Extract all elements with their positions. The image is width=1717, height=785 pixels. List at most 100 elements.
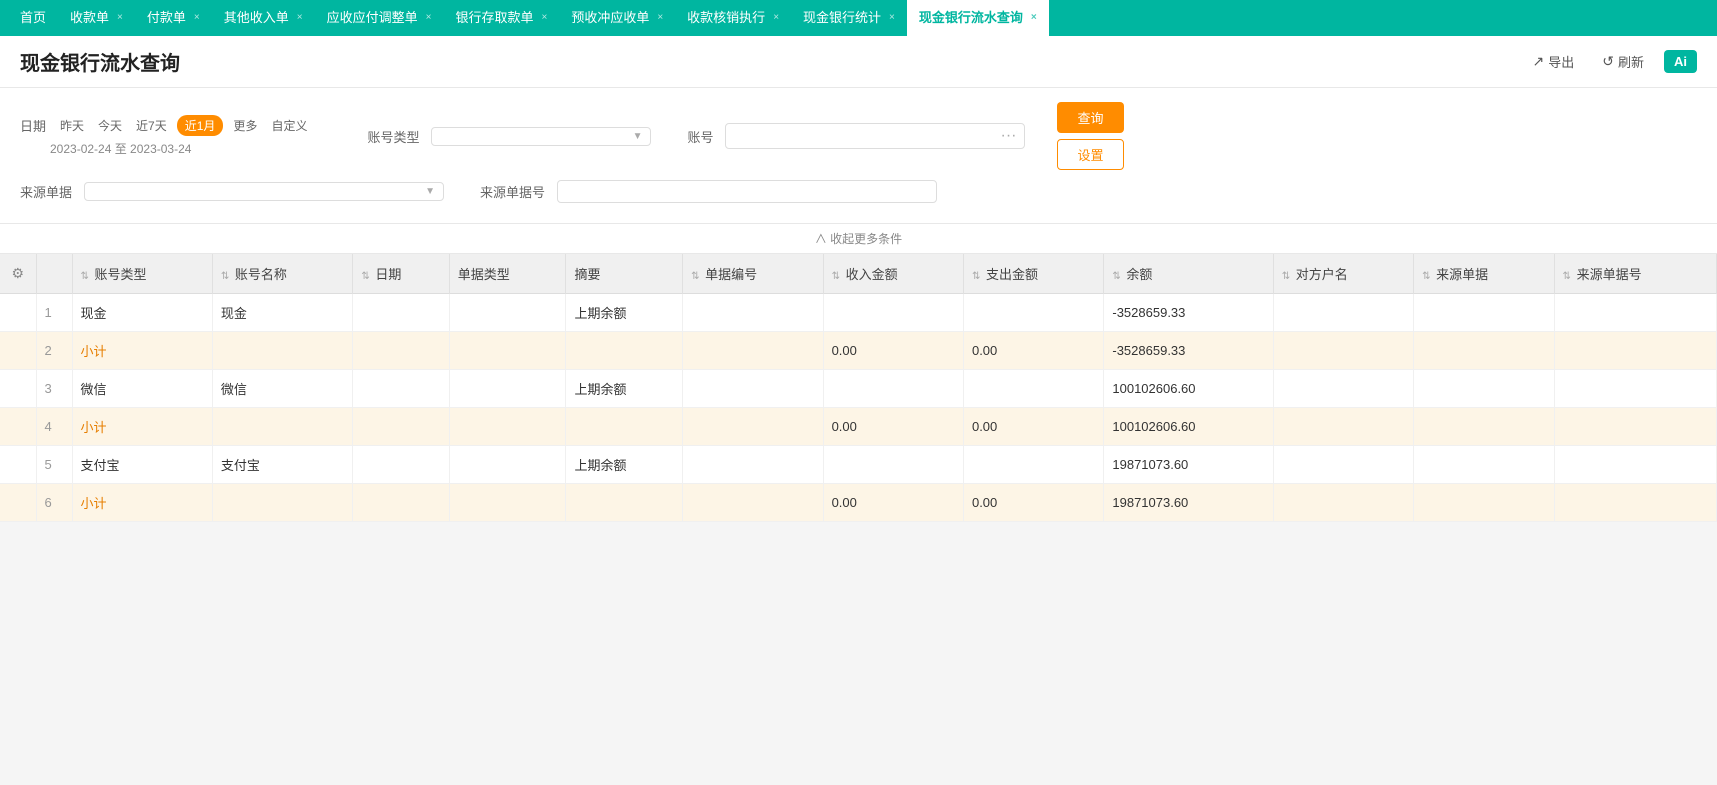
nav-cash-bank-flow[interactable]: 现金银行流水查询 × [907, 0, 1049, 36]
nav-cash-bank-stat-close[interactable]: × [889, 0, 895, 36]
table-cell: 4 [36, 408, 72, 446]
table-cell [449, 294, 566, 332]
account-type-group: 账号类型 ▼ [367, 127, 651, 146]
table-row: 4小计0.000.00100102606.60 [0, 408, 1717, 446]
date-range-display: 2023-02-24 至 2023-03-24 [50, 140, 191, 157]
nav-adjustment[interactable]: 应收应付调整单 × [315, 0, 444, 36]
table-cell: 小计 [72, 408, 212, 446]
table-cell [212, 484, 352, 522]
collapse-bar[interactable]: ∧ 收起更多条件 [0, 224, 1717, 254]
table-cell: 100102606.60 [1104, 408, 1273, 446]
col-summary: 摘要 [566, 254, 683, 294]
table-cell [1554, 370, 1716, 408]
table-cell [353, 370, 449, 408]
nav-cash-bank-flow-close[interactable]: × [1031, 0, 1037, 36]
table-cell [449, 408, 566, 446]
table-cell [1414, 332, 1554, 370]
table-cell [1273, 370, 1413, 408]
col-account-type[interactable]: ⇅ 账号类型 [72, 254, 212, 294]
collapse-label: ∧ 收起更多条件 [815, 232, 902, 246]
table-cell [1273, 484, 1413, 522]
nav-home[interactable]: 首页 [8, 0, 58, 36]
nav-prepay-close[interactable]: × [657, 0, 663, 36]
date-filter-group: 日期 昨天 今天 近7天 近1月 更多 自定义 2023-02-24 至 202… [20, 115, 311, 157]
table-cell [353, 446, 449, 484]
sort-doc-number-icon: ⇅ [691, 271, 699, 282]
table-cell [683, 294, 823, 332]
col-expense-label: 支出金额 [986, 267, 1038, 282]
nav-bank-deposit-close[interactable]: × [541, 0, 547, 36]
col-income[interactable]: ⇅ 收入金额 [823, 254, 963, 294]
table-cell: 上期余额 [566, 294, 683, 332]
ai-button[interactable]: Ai [1664, 50, 1697, 73]
date-today-btn[interactable]: 今天 [94, 115, 126, 136]
col-counterparty-label: 对方户名 [1296, 267, 1348, 282]
table-cell: 2 [36, 332, 72, 370]
settings-button[interactable]: 设置 [1057, 139, 1123, 170]
col-expense[interactable]: ⇅ 支出金额 [963, 254, 1103, 294]
account-ellipsis-icon[interactable]: ··· [1001, 127, 1017, 145]
nav-prepay-label: 预收冲应收单 [571, 0, 649, 36]
account-type-select[interactable]: ▼ [431, 127, 651, 146]
col-doc-number[interactable]: ⇅ 单据编号 [683, 254, 823, 294]
col-counterparty[interactable]: ⇅ 对方户名 [1273, 254, 1413, 294]
source-doc-label: 来源单据 [20, 182, 72, 201]
gear-icon[interactable]: ⚙ [11, 265, 24, 281]
sort-source-doc-num-icon: ⇅ [1563, 271, 1571, 282]
sort-counterparty-icon: ⇅ [1282, 271, 1290, 282]
nav-payment[interactable]: 付款单 × [135, 0, 212, 36]
nav-cash-bank-stat[interactable]: 现金银行统计 × [791, 0, 907, 36]
date-custom-btn[interactable]: 自定义 [267, 115, 311, 136]
table-cell [823, 294, 963, 332]
table-cell [1414, 370, 1554, 408]
nav-cash-bank-flow-label: 现金银行流水查询 [919, 0, 1023, 36]
col-source-doc[interactable]: ⇅ 来源单据 [1414, 254, 1554, 294]
source-doc-num-field[interactable] [566, 184, 928, 199]
nav-other-income-close[interactable]: × [297, 0, 303, 36]
table-cell: 19871073.60 [1104, 446, 1273, 484]
nav-receipt[interactable]: 收款单 × [58, 0, 135, 36]
table-cell: 现金 [72, 294, 212, 332]
refresh-button[interactable]: ↺ 刷新 [1594, 48, 1652, 75]
sort-expense-icon: ⇅ [972, 271, 980, 282]
date-more-btn[interactable]: 更多 [229, 115, 261, 136]
table-cell [0, 408, 36, 446]
nav-bank-deposit-label: 银行存取款单 [455, 0, 533, 36]
page-title: 现金银行流水查询 [20, 47, 180, 76]
nav-collect-exec[interactable]: 收款核销执行 × [675, 0, 791, 36]
nav-payment-close[interactable]: × [194, 0, 200, 36]
nav-collect-exec-close[interactable]: × [773, 0, 779, 36]
table-cell [566, 332, 683, 370]
export-button[interactable]: ↗ 导出 [1525, 48, 1583, 75]
table-cell [0, 294, 36, 332]
nav-other-income[interactable]: 其他收入单 × [212, 0, 315, 36]
data-table: ⚙ ⇅ 账号类型 ⇅ 账号名称 ⇅ 日期 单据类型 [0, 254, 1717, 522]
nav-receipt-close[interactable]: × [117, 0, 123, 36]
account-input[interactable]: ··· [725, 123, 1025, 149]
col-balance[interactable]: ⇅ 余额 [1104, 254, 1273, 294]
table-cell [1273, 446, 1413, 484]
table-cell [1554, 484, 1716, 522]
col-date[interactable]: ⇅ 日期 [353, 254, 449, 294]
nav-payment-label: 付款单 [147, 0, 186, 36]
source-doc-select[interactable]: ▼ [84, 182, 444, 201]
col-source-doc-num[interactable]: ⇅ 来源单据号 [1554, 254, 1716, 294]
nav-adjustment-close[interactable]: × [426, 0, 432, 36]
date-yesterday-btn[interactable]: 昨天 [56, 115, 88, 136]
col-gear: ⚙ [0, 254, 36, 294]
table-cell [1414, 484, 1554, 522]
table-cell: 0.00 [963, 408, 1103, 446]
table-cell [823, 446, 963, 484]
header-actions: ↗ 导出 ↺ 刷新 Ai [1525, 48, 1698, 75]
date-buttons: 昨天 今天 近7天 近1月 更多 自定义 [56, 115, 311, 136]
export-label: 导出 [1548, 52, 1574, 71]
date-1month-btn[interactable]: 近1月 [177, 115, 224, 136]
query-button[interactable]: 查询 [1057, 102, 1123, 133]
nav-bank-deposit[interactable]: 银行存取款单 × [443, 0, 559, 36]
source-doc-num-input[interactable] [557, 180, 937, 203]
date-7days-btn[interactable]: 近7天 [132, 115, 171, 136]
nav-prepay[interactable]: 预收冲应收单 × [559, 0, 675, 36]
table-cell: 0.00 [823, 484, 963, 522]
col-account-name[interactable]: ⇅ 账号名称 [212, 254, 352, 294]
table-cell [1554, 446, 1716, 484]
